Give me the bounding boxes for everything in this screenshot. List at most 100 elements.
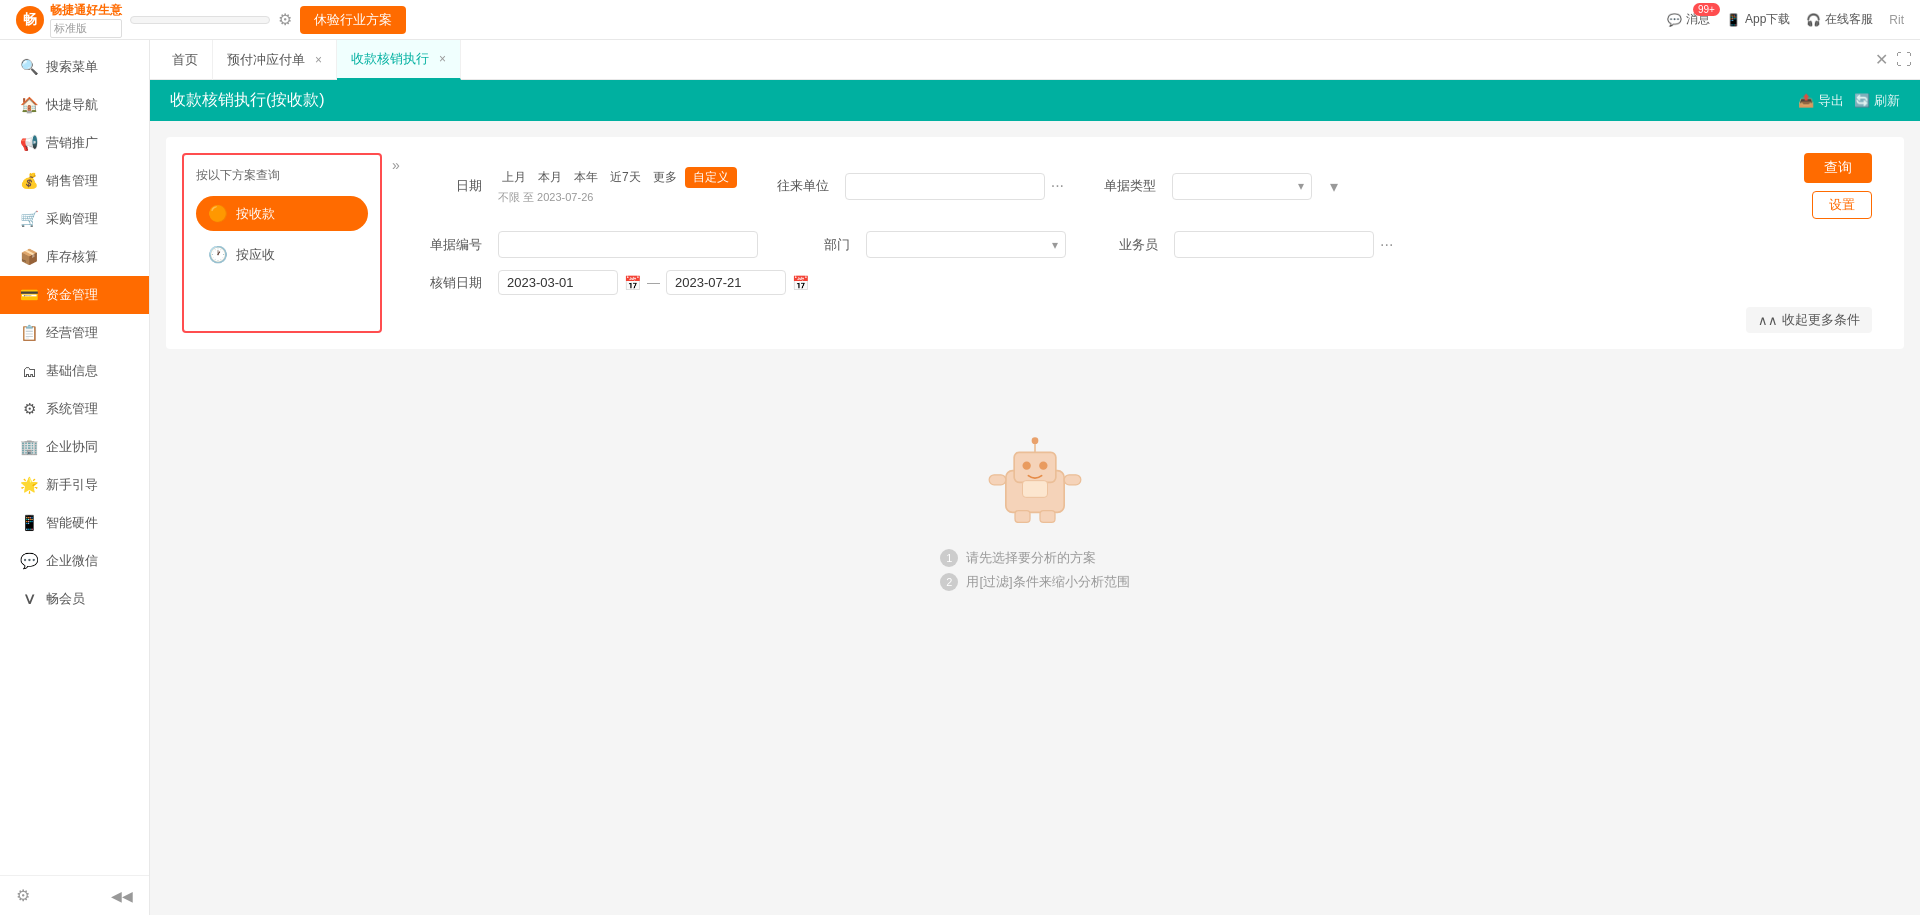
sidebar-item-purchase[interactable]: 🛒 采购管理 (0, 200, 149, 238)
voucher-type-more-icon[interactable]: ▾ (1330, 177, 1338, 196)
svg-rect-10 (1023, 481, 1048, 498)
sidebar-item-search-label: 搜索菜单 (46, 58, 98, 76)
export-button[interactable]: 📤 导出 (1798, 92, 1844, 110)
counterparty-more-icon[interactable]: ··· (1051, 177, 1064, 195)
writeoff-date-end[interactable] (666, 270, 786, 295)
empty-hints: 1 请先选择要分析的方案 2 用[过滤]条件来缩小分析范围 (940, 549, 1129, 597)
date-btn-this-month[interactable]: 本月 (534, 167, 566, 188)
form-row-voucher: 单据编号 部门 业务员 ··· (426, 231, 1872, 258)
date-btn-more[interactable]: 更多 (649, 167, 681, 188)
sidebar-item-hardware-label: 智能硬件 (46, 514, 98, 532)
service-label: 在线客服 (1825, 11, 1873, 28)
sidebar-item-hardware[interactable]: 📱 智能硬件 (0, 504, 149, 542)
sidebar-collapse-button[interactable]: » (386, 153, 406, 333)
content-area: 按以下方案查询 🟠 按收款 🕐 按应收 » (150, 121, 1920, 915)
query-form: 日期 上月 本月 本年 近7天 更多 自定义 不限 至 2023-07-26 (410, 153, 1888, 333)
staff-input[interactable] (1174, 231, 1374, 258)
app-download-button[interactable]: 📱 App下载 (1726, 11, 1790, 28)
online-service-button[interactable]: 🎧 在线客服 (1806, 11, 1873, 28)
tab-prepay-close[interactable]: × (315, 53, 322, 67)
refresh-button[interactable]: 🔄 刷新 (1854, 92, 1900, 110)
hint-num-1: 1 (940, 549, 958, 567)
sidebar-settings-icon[interactable]: ⚙ (16, 886, 30, 905)
tab-receipt-close[interactable]: × (439, 52, 446, 66)
hardware-icon: 📱 (20, 514, 38, 532)
sidebar-item-base-label: 基础信息 (46, 362, 98, 380)
filter-layout: 按以下方案查询 🟠 按收款 🕐 按应收 » (166, 137, 1904, 349)
sidebar-item-search[interactable]: 🔍 搜索菜单 (0, 48, 149, 86)
sidebar-item-corp[interactable]: 🏢 企业协同 (0, 428, 149, 466)
sidebar-item-system[interactable]: ⚙ 系统管理 (0, 390, 149, 428)
date-btn-custom[interactable]: 自定义 (685, 167, 737, 188)
sidebar-item-member-label: 畅会员 (46, 590, 85, 608)
purchase-icon: 🛒 (20, 210, 38, 228)
tab-expand-icon[interactable]: ⛶ (1896, 51, 1912, 69)
message-button[interactable]: 💬 消息 99+ (1667, 11, 1710, 28)
date-btn-this-year[interactable]: 本年 (570, 167, 602, 188)
brand-name: 畅捷通好生意 (50, 2, 122, 19)
filter-option-receivable[interactable]: 🕐 按应收 (196, 237, 368, 272)
voucher-no-input[interactable] (498, 231, 758, 258)
dept-label: 部门 (794, 236, 850, 254)
svg-rect-8 (1015, 511, 1030, 523)
app-icon: 📱 (1726, 13, 1741, 27)
filter-option-receipt[interactable]: 🟠 按收款 (196, 196, 368, 231)
sidebar-item-sales[interactable]: 💰 销售管理 (0, 162, 149, 200)
collapse-chevron-icon: » (392, 157, 400, 173)
refresh-label: 刷新 (1874, 92, 1900, 110)
sidebar-item-ops[interactable]: 📋 经营管理 (0, 314, 149, 352)
corp-icon: 🏢 (20, 438, 38, 456)
wechat-icon: 💬 (20, 552, 38, 570)
sidebar-item-marketing[interactable]: 📢 营销推广 (0, 124, 149, 162)
system-icon: ⚙ (20, 400, 38, 418)
sidebar-item-capital[interactable]: 💳 资金管理 (0, 276, 149, 314)
sidebar-item-guide[interactable]: 🌟 新手引导 (0, 466, 149, 504)
tab-close-all-icon[interactable]: ✕ (1875, 50, 1888, 69)
staff-more-icon[interactable]: ··· (1380, 236, 1393, 254)
sidebar-item-wechat[interactable]: 💬 企业微信 (0, 542, 149, 580)
query-button[interactable]: 查询 (1804, 153, 1872, 183)
date-btn-7days[interactable]: 近7天 (606, 167, 645, 188)
date-btn-last-month[interactable]: 上月 (498, 167, 530, 188)
staff-input-wrap: ··· (1174, 231, 1393, 258)
sidebar-item-purchase-label: 采购管理 (46, 210, 98, 228)
tab-prepay[interactable]: 预付冲应付单 × (213, 40, 337, 80)
writeoff-date-end-icon[interactable]: 📅 (792, 275, 809, 291)
dept-select[interactable] (866, 231, 1066, 258)
capital-icon: 💳 (20, 286, 38, 304)
sidebar-item-member[interactable]: Ⅴ 畅会员 (0, 580, 149, 618)
counterparty-input-wrap: ··· (845, 173, 1064, 200)
gear-icon[interactable]: ⚙ (278, 10, 292, 29)
voucher-type-select-wrap[interactable] (1172, 173, 1312, 200)
sidebar-item-corp-label: 企业协同 (46, 438, 98, 456)
app-label: App下载 (1745, 11, 1790, 28)
setting-button[interactable]: 设置 (1812, 191, 1872, 219)
ops-icon: 📋 (20, 324, 38, 342)
tab-receipt[interactable]: 收款核销执行 × (337, 40, 461, 80)
filter-option-receivable-label: 按应收 (236, 246, 275, 264)
breadcrumb-input[interactable] (130, 16, 270, 24)
svg-rect-6 (989, 475, 1006, 485)
writeoff-date-start[interactable] (498, 270, 618, 295)
date-quick-btns: 上月 本月 本年 近7天 更多 自定义 (498, 167, 737, 188)
writeoff-date-start-icon[interactable]: 📅 (624, 275, 641, 291)
logo-icon: 畅 (16, 6, 44, 34)
empty-state: 1 请先选择要分析的方案 2 用[过滤]条件来缩小分析范围 (166, 369, 1904, 657)
voucher-no-label: 单据编号 (426, 236, 482, 254)
sidebar-collapse-icon[interactable]: ◀◀ (111, 888, 133, 904)
voucher-type-select[interactable] (1172, 173, 1312, 200)
sidebar-bottom: ⚙ ◀◀ (0, 875, 149, 915)
base-icon: 🗂 (20, 363, 38, 380)
sidebar-item-base[interactable]: 🗂 基础信息 (0, 352, 149, 390)
filter-sidebar-title: 按以下方案查询 (196, 167, 368, 184)
counterparty-input[interactable] (845, 173, 1045, 200)
sidebar-item-quicknav[interactable]: 🏠 快捷导航 (0, 86, 149, 124)
date-sep: — (647, 275, 660, 290)
sidebar-item-inventory[interactable]: 📦 库存核算 (0, 238, 149, 276)
collapse-more-button[interactable]: ∧∧ 收起更多条件 (1746, 307, 1872, 333)
message-icon: 💬 (1667, 13, 1682, 27)
app-layout: 🔍 搜索菜单 🏠 快捷导航 📢 营销推广 💰 销售管理 🛒 采购管理 📦 (0, 40, 1920, 915)
tab-home[interactable]: 首页 (158, 40, 213, 80)
collapse-up-icon: ∧∧ (1758, 313, 1778, 328)
industry-button[interactable]: 休验行业方案 (300, 6, 406, 34)
